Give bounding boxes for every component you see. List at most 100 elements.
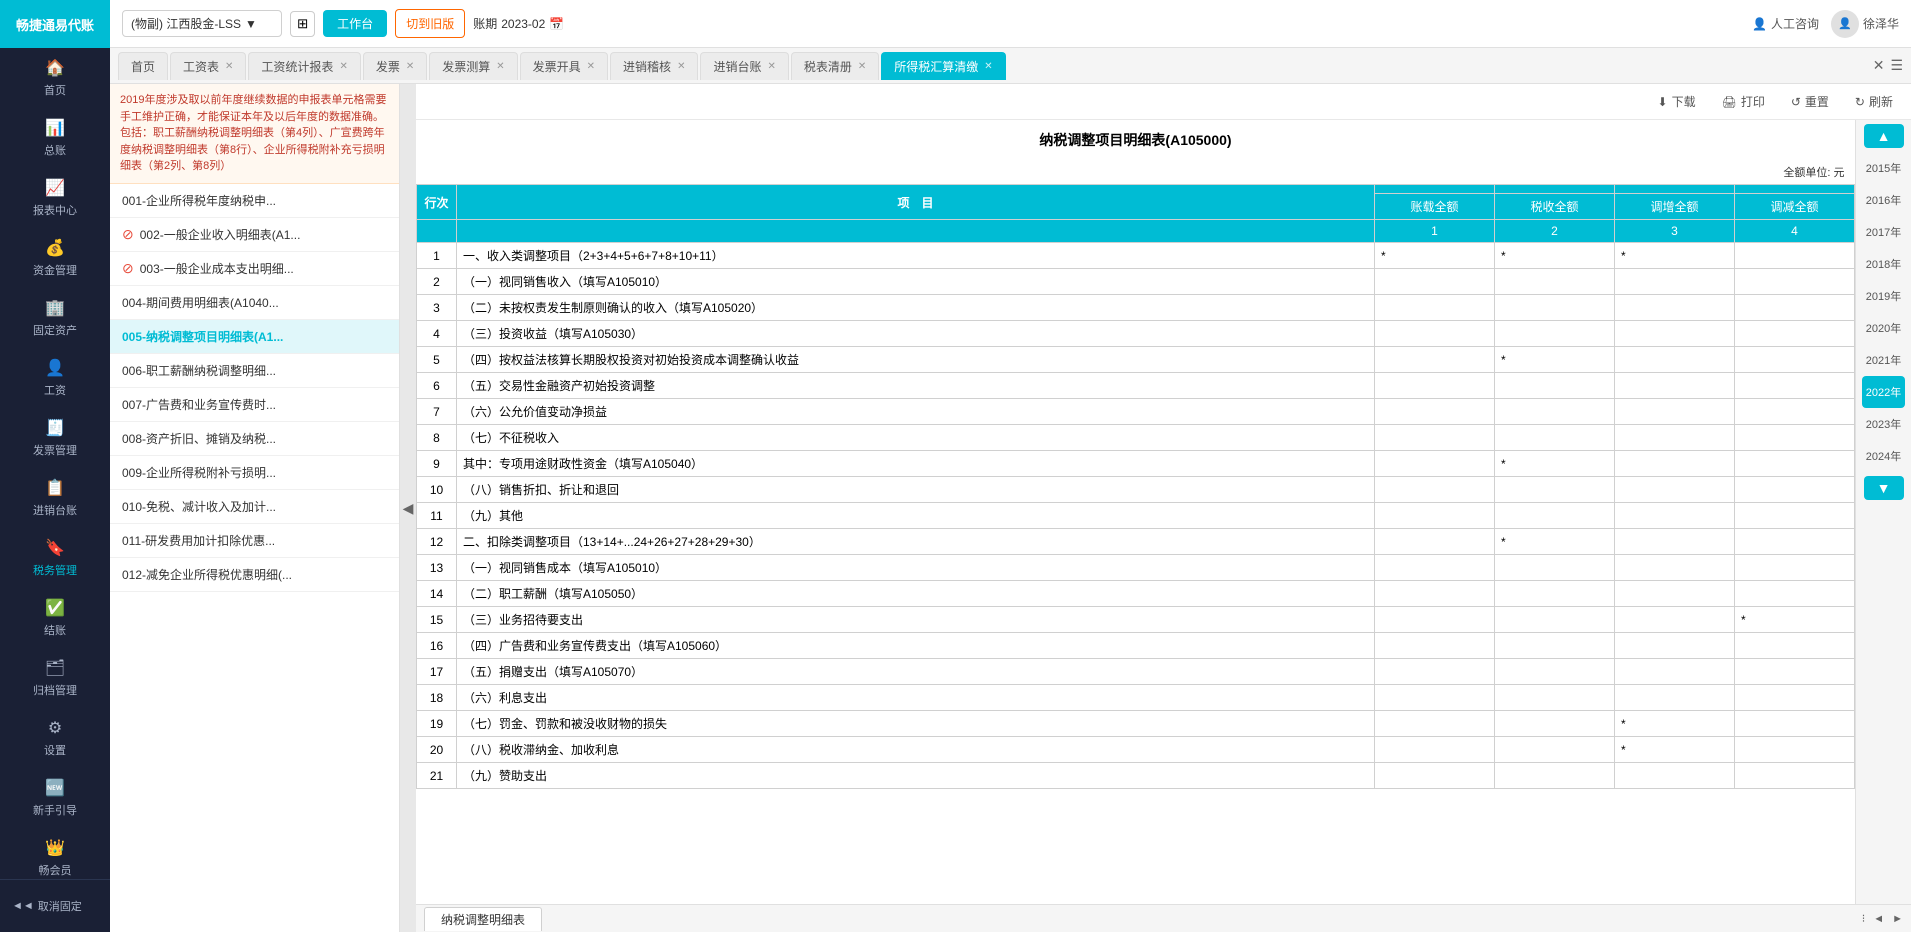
tab-tax-clear[interactable]: 税表清册 ✕ <box>791 52 879 80</box>
table-row[interactable]: 18 （六）利息支出 <box>417 685 1855 711</box>
tab-salary-report-close[interactable]: ✕ <box>339 61 347 72</box>
sidebar-item-settlement[interactable]: ✅ 结账 <box>0 588 110 648</box>
row-col2[interactable] <box>1495 633 1615 659</box>
row-col3[interactable] <box>1615 763 1735 789</box>
row-col3[interactable] <box>1615 425 1735 451</box>
tab-invoice-close[interactable]: ✕ <box>406 61 414 72</box>
year-up-button[interactable]: ▲ <box>1864 124 1904 148</box>
row-col4[interactable] <box>1735 243 1855 269</box>
year-item[interactable]: 2020年 <box>1862 312 1905 344</box>
row-col3[interactable]: * <box>1615 243 1735 269</box>
row-col2[interactable] <box>1495 269 1615 295</box>
pin-button[interactable]: ◄◄ 取消固定 <box>4 890 106 922</box>
scroll-right-btn[interactable]: ► <box>1892 913 1903 925</box>
row-col3[interactable] <box>1615 555 1735 581</box>
sidebar-item-home[interactable]: 🏠 首页 <box>0 48 110 108</box>
left-item-012[interactable]: 012-减免企业所得税优惠明细(... <box>110 558 399 592</box>
row-col1[interactable] <box>1375 763 1495 789</box>
row-col3[interactable] <box>1615 529 1735 555</box>
left-item-010[interactable]: 010-免税、减计收入及加计... <box>110 490 399 524</box>
row-col3[interactable] <box>1615 503 1735 529</box>
row-col1[interactable] <box>1375 529 1495 555</box>
row-col1[interactable] <box>1375 685 1495 711</box>
row-col4[interactable] <box>1735 763 1855 789</box>
row-col3[interactable] <box>1615 633 1735 659</box>
row-col4[interactable] <box>1735 373 1855 399</box>
tab-invoice-in-close[interactable]: ✕ <box>677 61 685 72</box>
row-col4[interactable] <box>1735 477 1855 503</box>
row-col2[interactable] <box>1495 399 1615 425</box>
left-item-002[interactable]: ⊘ 002-一般企业收入明细表(A1... <box>110 218 399 252</box>
table-row[interactable]: 4 （三）投资收益（填写A105030） <box>417 321 1855 347</box>
row-col3[interactable] <box>1615 321 1735 347</box>
row-col2[interactable] <box>1495 555 1615 581</box>
table-row[interactable]: 2 （一）视同销售收入（填写A105010） <box>417 269 1855 295</box>
sidebar-item-invoice-ledger[interactable]: 📋 进销台账 <box>0 468 110 528</box>
year-down-button[interactable]: ▼ <box>1864 476 1904 500</box>
row-col3[interactable] <box>1615 399 1735 425</box>
user-info[interactable]: 👤 徐泽华 <box>1831 10 1899 38</box>
row-col1[interactable] <box>1375 347 1495 373</box>
tab-salary-close[interactable]: ✕ <box>225 61 233 72</box>
table-row[interactable]: 12 二、扣除类调整项目（13+14+...24+26+27+28+29+30）… <box>417 529 1855 555</box>
scroll-left-btn[interactable]: ◄ <box>1873 913 1884 925</box>
left-item-005[interactable]: 005-纳税调整项目明细表(A1... <box>110 320 399 354</box>
row-col2[interactable] <box>1495 295 1615 321</box>
row-col3[interactable]: * <box>1615 711 1735 737</box>
row-col4[interactable] <box>1735 451 1855 477</box>
row-col1[interactable] <box>1375 451 1495 477</box>
table-row[interactable]: 11 （九）其他 <box>417 503 1855 529</box>
row-col3[interactable] <box>1615 581 1735 607</box>
table-row[interactable]: 3 （二）未按权责发生制原则确认的收入（填写A105020） <box>417 295 1855 321</box>
row-col4[interactable] <box>1735 555 1855 581</box>
row-col2[interactable]: * <box>1495 243 1615 269</box>
row-col4[interactable] <box>1735 269 1855 295</box>
row-col2[interactable] <box>1495 581 1615 607</box>
row-col1[interactable] <box>1375 373 1495 399</box>
left-item-003[interactable]: ⊘ 003-一般企业成本支出明细... <box>110 252 399 286</box>
left-item-008[interactable]: 008-资产折旧、摊销及纳税... <box>110 422 399 456</box>
year-item[interactable]: 2017年 <box>1862 216 1905 248</box>
sidebar-item-archive[interactable]: 🗂 归档管理 <box>0 648 110 708</box>
row-col2[interactable] <box>1495 321 1615 347</box>
row-col1[interactable]: * <box>1375 243 1495 269</box>
row-col2[interactable] <box>1495 425 1615 451</box>
row-col1[interactable] <box>1375 659 1495 685</box>
bottom-tab-item[interactable]: 纳税调整明细表 <box>424 907 542 931</box>
table-row[interactable]: 16 （四）广告费和业务宣传费支出（填写A105060） <box>417 633 1855 659</box>
row-col4[interactable] <box>1735 399 1855 425</box>
row-col3[interactable] <box>1615 373 1735 399</box>
row-col3[interactable] <box>1615 477 1735 503</box>
row-col1[interactable] <box>1375 477 1495 503</box>
row-col3[interactable]: * <box>1615 737 1735 763</box>
tab-tax-clear-close[interactable]: ✕ <box>858 61 866 72</box>
tab-invoice-ledger[interactable]: 进销台账 ✕ <box>700 52 788 80</box>
left-item-006[interactable]: 006-职工薪酬纳税调整明细... <box>110 354 399 388</box>
row-col4[interactable] <box>1735 503 1855 529</box>
tab-home[interactable]: 首页 <box>118 52 168 80</box>
table-row[interactable]: 1 一、收入类调整项目（2+3+4+5+6+7+8+10+11） * * * <box>417 243 1855 269</box>
row-col1[interactable] <box>1375 633 1495 659</box>
row-col4[interactable] <box>1735 659 1855 685</box>
row-col2[interactable] <box>1495 711 1615 737</box>
company-selector[interactable]: (物副) 江西股金-LSS ▼ <box>122 10 282 37</box>
collapse-panel-button[interactable]: ◀ <box>400 84 416 932</box>
sidebar-item-report[interactable]: 📈 报表中心 <box>0 168 110 228</box>
row-col2[interactable] <box>1495 373 1615 399</box>
table-row[interactable]: 8 （七）不征税收入 <box>417 425 1855 451</box>
year-item[interactable]: 2015年 <box>1862 152 1905 184</box>
left-item-001[interactable]: 001-企业所得税年度纳税申... <box>110 184 399 218</box>
row-col2[interactable] <box>1495 607 1615 633</box>
row-col3[interactable] <box>1615 269 1735 295</box>
workbench-button[interactable]: 工作台 <box>323 10 387 37</box>
year-item[interactable]: 2024年 <box>1862 440 1905 472</box>
sidebar-item-settings[interactable]: ⚙ 设置 <box>0 708 110 768</box>
row-col4[interactable] <box>1735 425 1855 451</box>
row-col4[interactable]: * <box>1735 607 1855 633</box>
download-button[interactable]: ⬇ 下载 <box>1650 90 1704 113</box>
row-col2[interactable]: * <box>1495 451 1615 477</box>
tab-invoice[interactable]: 发票 ✕ <box>363 52 427 80</box>
row-col4[interactable] <box>1735 685 1855 711</box>
row-col1[interactable] <box>1375 269 1495 295</box>
row-col2[interactable]: * <box>1495 529 1615 555</box>
